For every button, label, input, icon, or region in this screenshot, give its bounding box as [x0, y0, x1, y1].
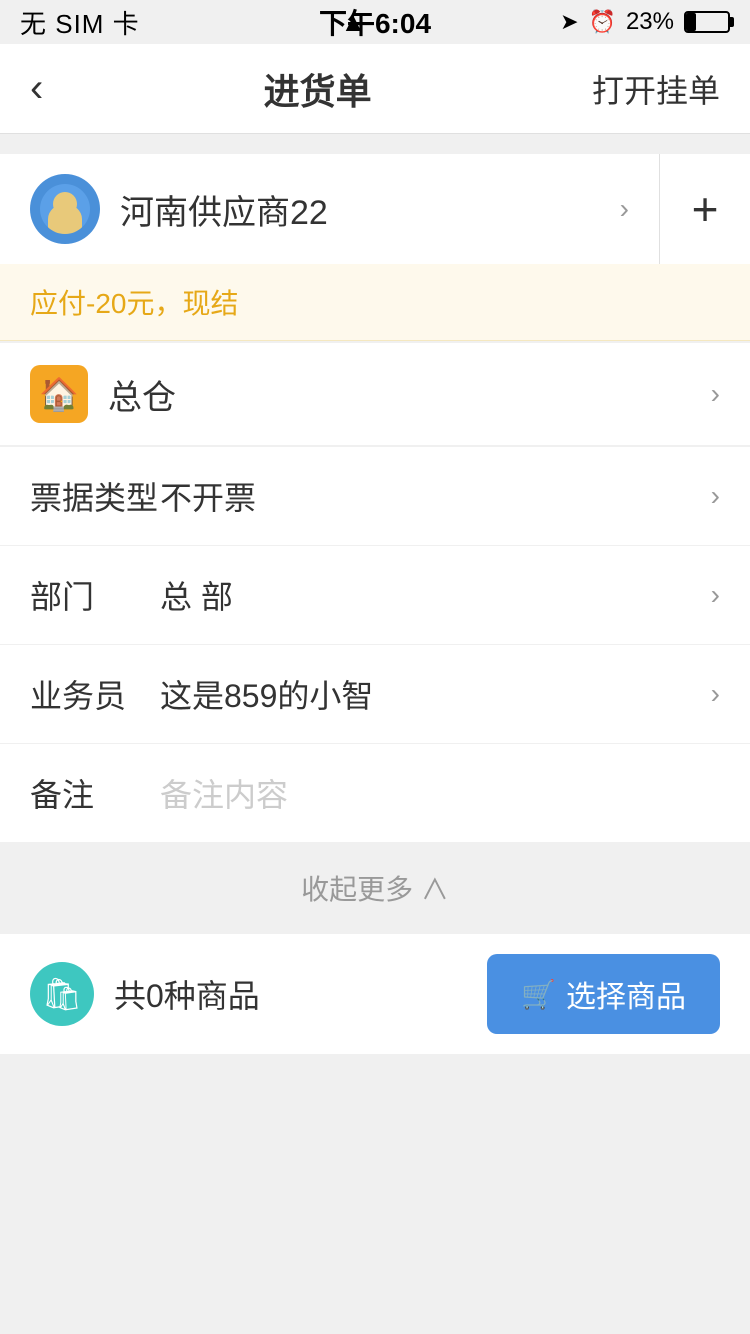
time-display: 下午6:04	[319, 2, 431, 42]
select-product-button[interactable]: 🛒 选择商品	[487, 954, 720, 1034]
cart-icon: 🛍	[42, 975, 83, 1013]
collapse-section[interactable]: 收起更多 ∧	[0, 844, 750, 932]
battery-icon	[684, 11, 730, 33]
remark-row[interactable]: 备注 备注内容	[0, 744, 750, 842]
select-icon: 🛒	[521, 978, 556, 1011]
form-section: 票据类型 不开票 › 部门 总 部 › 业务员 这是859的小智 › 备注 备注…	[0, 447, 750, 842]
open-pending-button[interactable]: 打开挂单	[592, 66, 720, 112]
department-label: 部门	[30, 572, 160, 618]
add-supplier-button[interactable]: +	[660, 182, 750, 236]
supplier-section: 河南供应商22 › +	[0, 154, 750, 264]
carrier-text: 无 SIM 卡	[20, 4, 140, 41]
warehouse-icon: 🏠	[30, 365, 88, 423]
product-section: 🛍 共0种商品 🛒 选择商品	[0, 934, 750, 1054]
location-icon: ➤	[560, 9, 578, 35]
warehouse-chevron-icon: ›	[711, 378, 720, 410]
supplier-selector[interactable]: 河南供应商22 ›	[0, 154, 660, 264]
invoice-chevron-icon: ›	[711, 480, 720, 512]
invoice-type-label: 票据类型	[30, 473, 160, 519]
salesperson-chevron-icon: ›	[711, 678, 720, 710]
salesperson-row[interactable]: 业务员 这是859的小智 ›	[0, 645, 750, 744]
invoice-type-value: 不开票	[160, 473, 701, 519]
warehouse-section[interactable]: 🏠 总仓 ›	[0, 343, 750, 445]
remark-placeholder: 备注内容	[160, 770, 720, 816]
product-count-text: 共0种商品	[114, 971, 487, 1017]
back-button[interactable]: ‹	[30, 66, 43, 111]
battery-text: 23%	[626, 8, 674, 36]
invoice-type-row[interactable]: 票据类型 不开票 ›	[0, 447, 750, 546]
supplier-name: 河南供应商22	[120, 185, 610, 234]
top-divider	[0, 134, 750, 154]
supplier-avatar	[30, 174, 100, 244]
page-title: 进货单	[264, 63, 372, 115]
alarm-icon: ⏰	[589, 9, 616, 35]
product-cart-icon: 🛍	[30, 962, 94, 1026]
status-bar: 无 SIM 卡 ▲ 下午6:04 ➤ ⏰ 23%	[0, 0, 750, 44]
department-value: 总 部	[160, 572, 701, 618]
department-chevron-icon: ›	[711, 579, 720, 611]
supplier-chevron-icon: ›	[620, 193, 629, 225]
department-row[interactable]: 部门 总 部 ›	[0, 546, 750, 645]
notice-banner: 应付-20元，现结	[0, 264, 750, 341]
salesperson-label: 业务员	[30, 671, 160, 717]
notice-text: 应付-20元，现结	[30, 288, 238, 319]
select-btn-label: 选择商品	[566, 972, 686, 1016]
nav-bar: ‹ 进货单 打开挂单	[0, 44, 750, 134]
salesperson-value: 这是859的小智	[160, 671, 701, 717]
warehouse-name: 总仓	[108, 370, 701, 419]
house-icon: 🏠	[39, 375, 79, 413]
remark-label: 备注	[30, 770, 160, 816]
collapse-label: 收起更多 ∧	[301, 868, 449, 908]
